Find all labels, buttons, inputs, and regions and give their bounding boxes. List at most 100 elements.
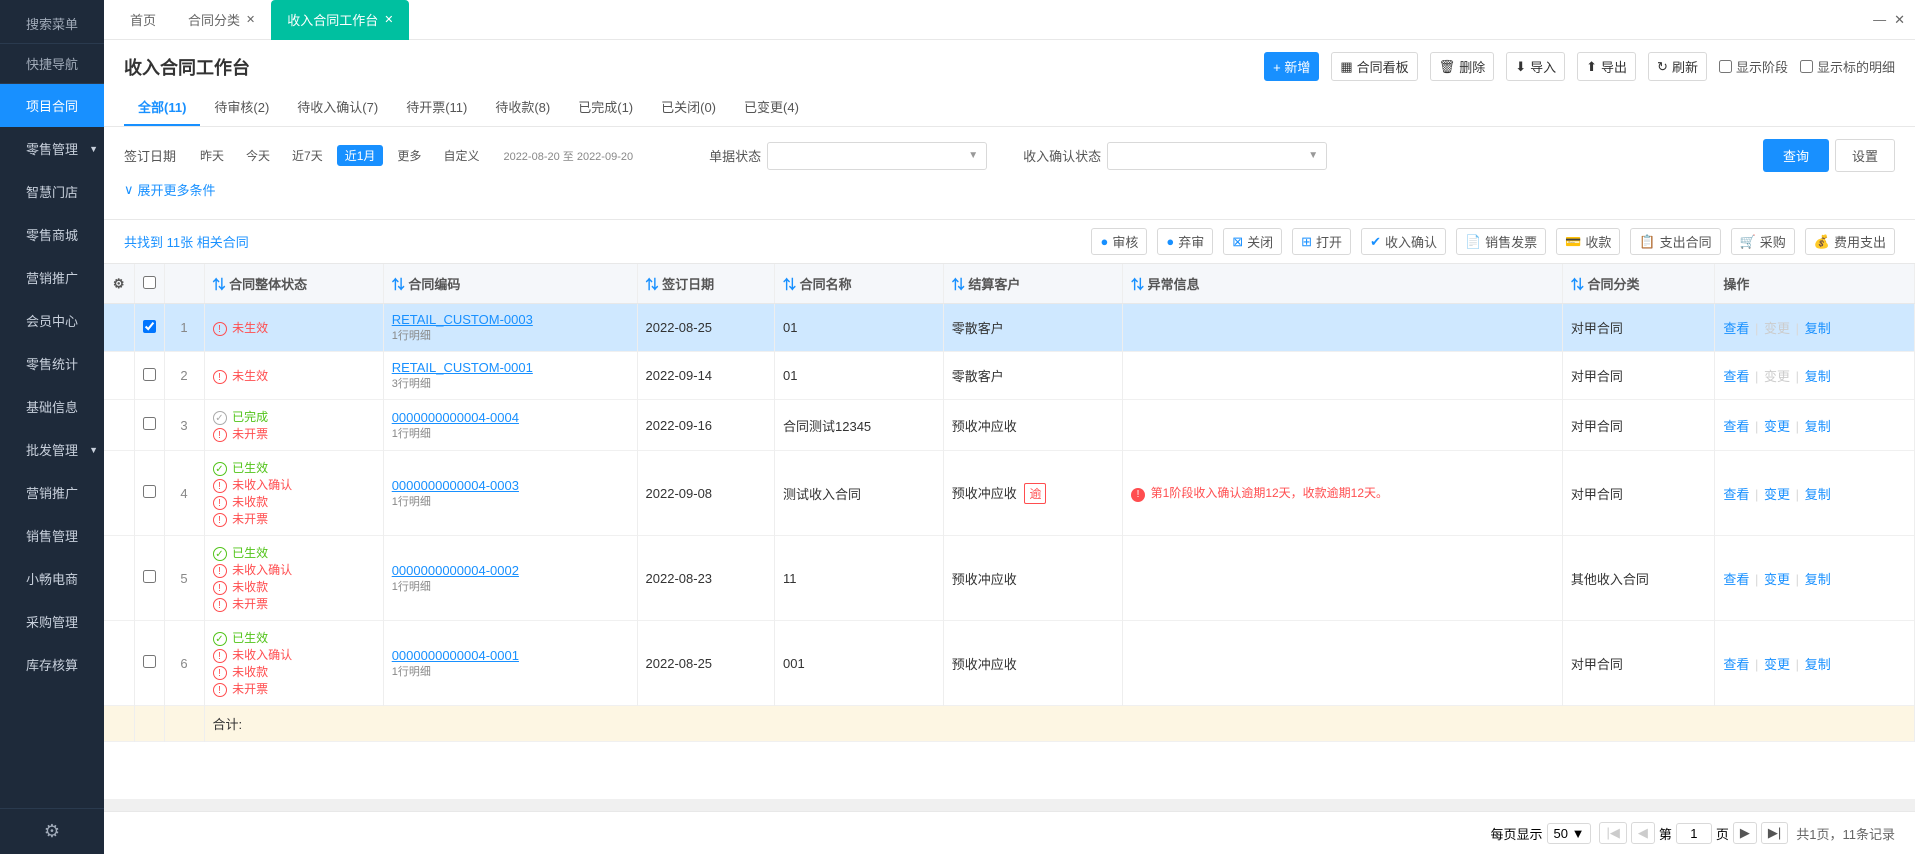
tab-income-contract[interactable]: 收入合同工作台 ✕ xyxy=(271,0,409,40)
row1-op-copy[interactable]: 复制 xyxy=(1805,321,1831,336)
row1-checkbox[interactable] xyxy=(134,304,164,352)
row5-code-link[interactable]: 0000000000004-0002 xyxy=(392,563,519,578)
sidebar-item-smart-store[interactable]: 智慧门店 xyxy=(0,170,104,213)
sidebar-item-inventory[interactable]: 库存核算 xyxy=(0,643,104,686)
row5-op-view[interactable]: 查看 xyxy=(1723,572,1749,587)
sidebar-search[interactable]: 搜索菜单 xyxy=(0,0,104,44)
sign-date-col-header[interactable]: ⇅ 签订日期 xyxy=(637,264,774,304)
row1-code-link[interactable]: RETAIL_CUSTOM-0003 xyxy=(392,312,533,327)
filter-tab-completed[interactable]: 已完成(1) xyxy=(564,89,647,126)
set-button[interactable]: 设置 xyxy=(1835,139,1895,172)
error-col-header[interactable]: ⇅ 异常信息 xyxy=(1123,264,1563,304)
row1-check[interactable] xyxy=(143,320,156,333)
filter-tab-pending-invoice[interactable]: 待开票(11) xyxy=(392,89,481,126)
action-income-confirm[interactable]: ✔ 收入确认 xyxy=(1361,228,1446,255)
table-row[interactable]: 4 ✓ 已生效 ! 未收入确认 ! 未收款 xyxy=(104,451,1915,536)
filter-tab-all[interactable]: 全部(11) xyxy=(124,89,200,126)
row3-op-change[interactable]: 变更 xyxy=(1764,419,1790,434)
sidebar-item-ecommerce[interactable]: 小畅电商 xyxy=(0,557,104,600)
sidebar-item-retail-mall[interactable]: 零售商城 xyxy=(0,213,104,256)
sidebar-item-base-info[interactable]: 基础信息 xyxy=(0,385,104,428)
per-page-selector[interactable]: 50 ▼ xyxy=(1547,823,1592,844)
row3-op-view[interactable]: 查看 xyxy=(1723,419,1749,434)
sidebar-item-wholesale-mgmt[interactable]: 批发管理 xyxy=(0,428,104,471)
action-close[interactable]: ⊠ 关闭 xyxy=(1223,228,1282,255)
row3-code-link[interactable]: 0000000000004-0004 xyxy=(392,410,519,425)
row5-checkbox[interactable] xyxy=(134,536,164,621)
tab-contract-category-close[interactable]: ✕ xyxy=(246,13,255,26)
new-button[interactable]: + 新增 xyxy=(1264,52,1319,81)
income-confirm-select[interactable]: ▼ xyxy=(1107,142,1327,170)
table-row[interactable]: 3 ✓ 已完成 ! 未开票 0000000000004-0004 1行 xyxy=(104,400,1915,451)
sidebar-item-retail-mgmt[interactable]: 零售管理 xyxy=(0,127,104,170)
show-stage-input[interactable] xyxy=(1719,60,1732,73)
shortcut-yesterday[interactable]: 昨天 xyxy=(192,145,232,166)
sidebar-item-member-center[interactable]: 会员中心 xyxy=(0,299,104,342)
page-prev-btn[interactable]: ◀ xyxy=(1631,822,1655,844)
shortcut-today[interactable]: 今天 xyxy=(238,145,278,166)
row3-checkbox[interactable] xyxy=(134,400,164,451)
tab-contract-category[interactable]: 合同分类 ✕ xyxy=(172,0,271,40)
row6-op-change[interactable]: 变更 xyxy=(1764,657,1790,672)
row4-op-view[interactable]: 查看 xyxy=(1723,487,1749,502)
show-mark-input[interactable] xyxy=(1800,60,1813,73)
shortcut-1month[interactable]: 近1月 xyxy=(337,145,384,166)
row1-op-change[interactable]: 变更 xyxy=(1764,321,1790,336)
sidebar-item-marketing2[interactable]: 营销推广 xyxy=(0,471,104,514)
page-last-btn[interactable]: ▶| xyxy=(1761,822,1788,844)
tab-home[interactable]: 首页 xyxy=(114,0,172,40)
expand-more-btn[interactable]: ∨ 展开更多条件 xyxy=(124,180,216,199)
row2-op-copy[interactable]: 复制 xyxy=(1805,369,1831,384)
row2-check[interactable] xyxy=(143,368,156,381)
filter-tab-pending-review[interactable]: 待审核(2) xyxy=(200,89,283,126)
table-row[interactable]: 5 ✓ 已生效 ! 未收入确认 ! 未收款 xyxy=(104,536,1915,621)
page-first-btn[interactable]: |◀ xyxy=(1599,822,1626,844)
row5-check[interactable] xyxy=(143,570,156,583)
sidebar-quick-nav[interactable]: 快捷导航 xyxy=(0,44,104,84)
row2-op-view[interactable]: 查看 xyxy=(1723,369,1749,384)
close-icon[interactable]: ✕ xyxy=(1894,12,1905,28)
action-open[interactable]: ⊞ 打开 xyxy=(1292,228,1351,255)
action-expense-contract[interactable]: 📋 支出合同 xyxy=(1630,228,1720,255)
row6-checkbox[interactable] xyxy=(134,621,164,706)
sidebar-item-purchase-mgmt[interactable]: 采购管理 xyxy=(0,600,104,643)
show-mark-checkbox[interactable]: 显示标的明细 xyxy=(1800,57,1895,76)
sidebar-item-retail-stats[interactable]: 零售统计 xyxy=(0,342,104,385)
checkbox-col-header[interactable] xyxy=(134,264,164,304)
row6-code-link[interactable]: 0000000000004-0001 xyxy=(392,648,519,663)
row5-op-copy[interactable]: 复制 xyxy=(1805,572,1831,587)
show-stage-checkbox[interactable]: 显示阶段 xyxy=(1719,57,1788,76)
shortcut-more[interactable]: 更多 xyxy=(389,145,429,166)
select-all-checkbox[interactable] xyxy=(143,276,156,289)
minimize-icon[interactable]: — xyxy=(1873,12,1886,27)
row2-code-link[interactable]: RETAIL_CUSTOM-0001 xyxy=(392,360,533,375)
name-col-header[interactable]: ⇅ 合同名称 xyxy=(775,264,944,304)
delete-button[interactable]: 🗑 删除 xyxy=(1430,52,1495,81)
action-review[interactable]: ● 审核 xyxy=(1091,228,1147,255)
filter-tab-pending-income[interactable]: 待收入确认(7) xyxy=(283,89,392,126)
customer-col-header[interactable]: ⇅ 结算客户 xyxy=(943,264,1122,304)
page-next-btn[interactable]: ▶ xyxy=(1733,822,1757,844)
action-expense-out[interactable]: 💰 费用支出 xyxy=(1805,228,1895,255)
table-row[interactable]: 2 ! 未生效 RETAIL_CUSTOM-0001 3行明细 2022-09-… xyxy=(104,352,1915,400)
page-input[interactable] xyxy=(1676,823,1712,844)
sidebar-settings[interactable]: ⚙ xyxy=(0,808,104,854)
row6-op-view[interactable]: 查看 xyxy=(1723,657,1749,672)
row2-checkbox[interactable] xyxy=(134,352,164,400)
shortcut-7days[interactable]: 近7天 xyxy=(284,145,331,166)
row4-op-copy[interactable]: 复制 xyxy=(1805,487,1831,502)
row3-op-copy[interactable]: 复制 xyxy=(1805,419,1831,434)
action-sales-invoice[interactable]: 📄 销售发票 xyxy=(1456,228,1546,255)
refresh-button[interactable]: ↻ 刷新 xyxy=(1648,52,1707,81)
row6-check[interactable] xyxy=(143,655,156,668)
row2-op-change[interactable]: 变更 xyxy=(1764,369,1790,384)
row4-code-link[interactable]: 0000000000004-0003 xyxy=(392,478,519,493)
import-button[interactable]: ⬇ 导入 xyxy=(1506,52,1565,81)
tab-income-contract-close[interactable]: ✕ xyxy=(384,13,393,26)
sidebar-item-project-contract[interactable]: 项目合同 xyxy=(0,84,104,127)
sidebar-item-sales-mgmt[interactable]: 销售管理 xyxy=(0,514,104,557)
settings-col-header[interactable]: ⚙ xyxy=(104,264,134,304)
row4-op-change[interactable]: 变更 xyxy=(1764,487,1790,502)
filter-tab-changed[interactable]: 已变更(4) xyxy=(730,89,813,126)
action-abandon-review[interactable]: ● 弃审 xyxy=(1157,228,1213,255)
